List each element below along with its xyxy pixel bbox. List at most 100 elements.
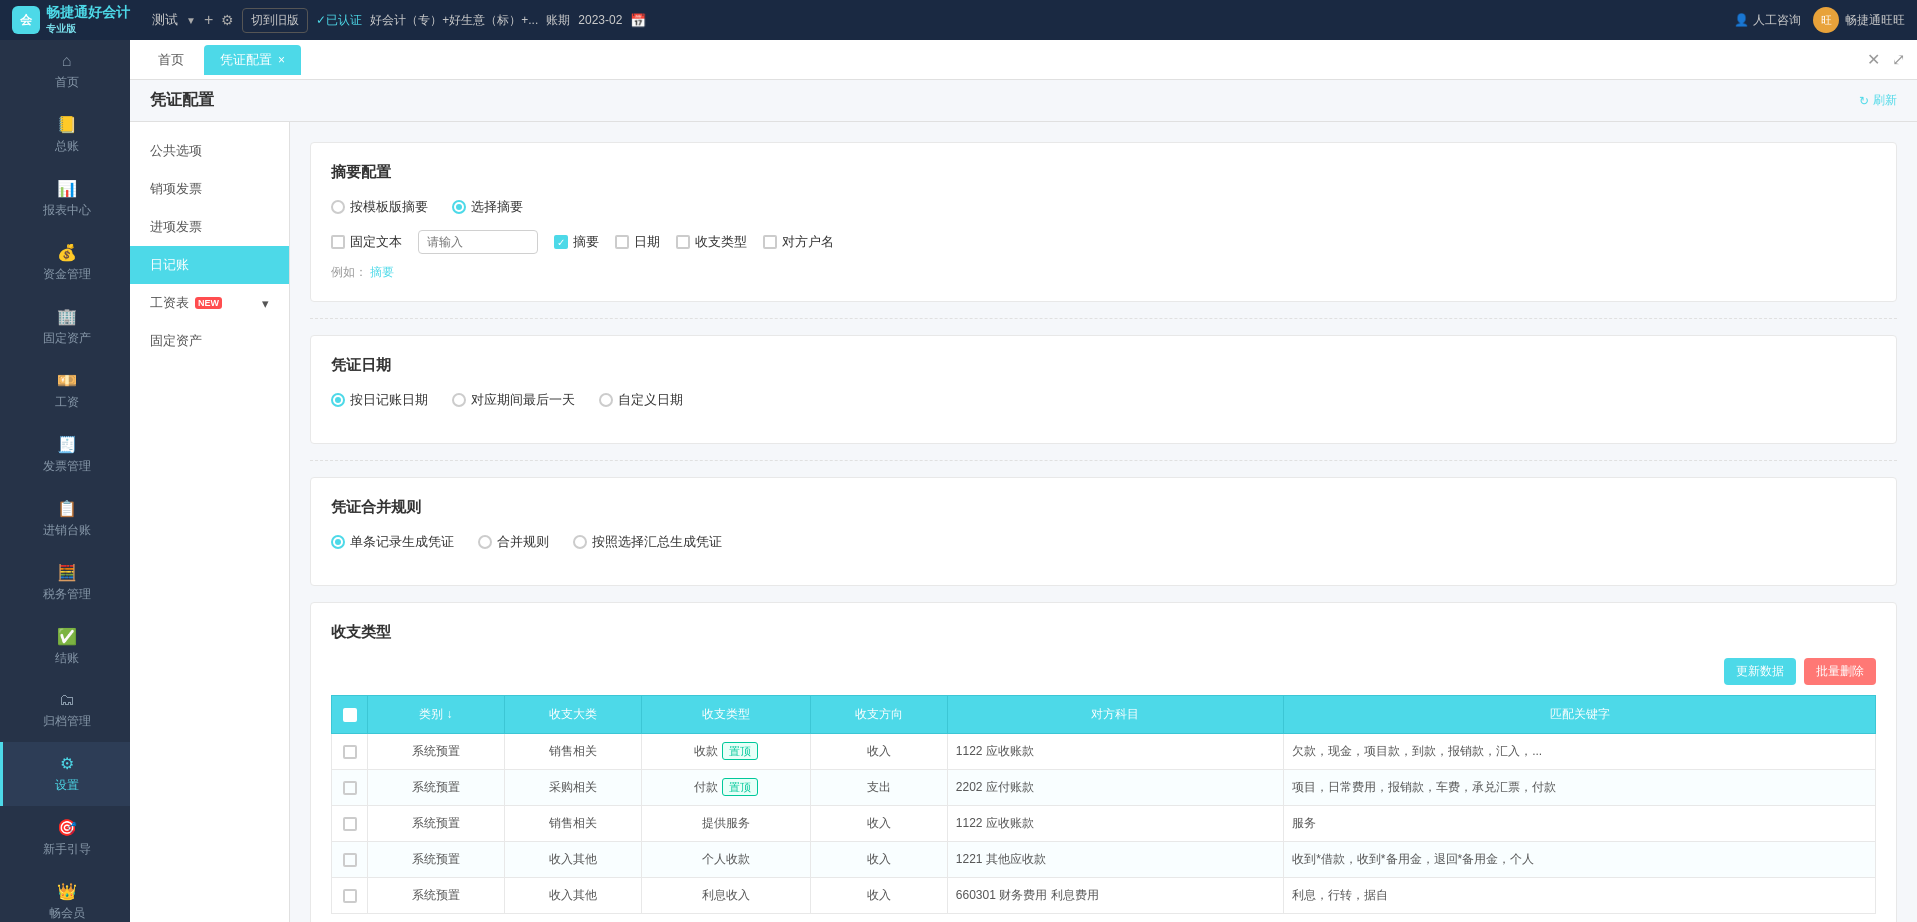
row-major-1: 采购相关 — [504, 770, 641, 806]
batch-delete-button[interactable]: 批量删除 — [1804, 658, 1876, 685]
page-title: 凭证配置 — [150, 90, 214, 111]
radio-select-summary[interactable]: 选择摘要 — [452, 198, 523, 216]
test-dropdown-icon[interactable]: ▼ — [186, 15, 196, 26]
row-keywords-0: 欠款，现金，项目款，到款，报销款，汇入，... — [1284, 734, 1876, 770]
radio-journal-date[interactable]: 按日记账日期 — [331, 391, 428, 409]
row-category-4: 系统预置 — [368, 878, 505, 914]
tab-home[interactable]: 首页 — [142, 45, 200, 75]
sidebar-item-closing[interactable]: ✅结账 — [0, 615, 130, 679]
sidebar-item-invoice[interactable]: 🧾发票管理 — [0, 423, 130, 487]
merge-radio-group: 单条记录生成凭证 合并规则 按照选择汇总生成凭证 — [331, 533, 1876, 551]
user-menu[interactable]: 旺 畅捷通旺旺 — [1813, 7, 1905, 33]
calendar-icon[interactable]: 📅 — [630, 13, 646, 28]
checkbox-date[interactable]: 日期 — [615, 233, 660, 251]
sidebar-icon-settings: ⚙ — [60, 754, 74, 773]
summary-radio-group: 按模板版摘要 选择摘要 — [331, 198, 1876, 216]
refresh-button[interactable]: ↻ 刷新 — [1859, 92, 1897, 109]
row-check-4[interactable] — [332, 878, 368, 914]
row-type-4: 利息收入 — [641, 878, 810, 914]
radio-journal-date-icon — [331, 393, 345, 407]
topbar: 会 畅捷通好会计 专业版 测试 ▼ + ⚙ 切到旧版 ✓已认证 好会计（专）+好… — [0, 0, 1917, 40]
col-type: 收支类型 — [641, 696, 810, 734]
row-major-0: 销售相关 — [504, 734, 641, 770]
sidebar-label-fund: 资金管理 — [43, 266, 91, 283]
income-expense-table: ✓ 类别 ↓ 收支大类 收支类型 收支方向 对方科目 匹配关键字 — [331, 695, 1876, 914]
radio-merge-rule[interactable]: 合并规则 — [478, 533, 549, 551]
sidebar-item-home[interactable]: ⌂首页 — [0, 40, 130, 103]
income-expense-section: 收支类型 更新数据 批量删除 ✓ 类别 ↓ 收支大类 — [310, 602, 1897, 922]
sidebar: ⌂首页📒总账📊报表中心💰资金管理🏢固定资产💴工资🧾发票管理📋进销台账🧮税务管理✅… — [0, 40, 130, 922]
left-nav-purchase_inv[interactable]: 进项发票 — [130, 208, 289, 246]
sidebar-item-purchase[interactable]: 📋进销台账 — [0, 487, 130, 551]
sidebar-icon-report: 📊 — [57, 179, 77, 198]
app-edition: 专业版 — [46, 22, 130, 36]
col-check[interactable]: ✓ — [332, 696, 368, 734]
row-check-1[interactable] — [332, 770, 368, 806]
radio-select-total[interactable]: 按照选择汇总生成凭证 — [573, 533, 722, 551]
left-nav: 公共选项销项发票进项发票日记账工资表NEW▾固定资产 — [130, 122, 290, 922]
row-checkbox-2[interactable] — [343, 817, 357, 831]
tags-label: 好会计（专）+好生意（标）+... — [370, 12, 538, 29]
radio-merge-icon — [478, 535, 492, 549]
left-nav-public[interactable]: 公共选项 — [130, 132, 289, 170]
sidebar-icon-home: ⌂ — [62, 52, 72, 70]
date-section: 凭证日期 按日记账日期 对应期间最后一天 自定义日期 — [310, 335, 1897, 444]
row-check-3[interactable] — [332, 842, 368, 878]
sidebar-item-archive[interactable]: 🗂归档管理 — [0, 679, 130, 742]
row-account-3: 1221 其他应收款 — [947, 842, 1283, 878]
left-nav-fixed_asset[interactable]: 固定资产 — [130, 322, 289, 360]
radio-select-icon — [452, 200, 466, 214]
switch-version-button[interactable]: 切到旧版 — [242, 8, 308, 33]
fixed-text-input[interactable] — [418, 230, 538, 254]
update-data-button[interactable]: 更新数据 — [1724, 658, 1796, 685]
content-area: 首页 凭证配置 × ✕ ⤢ 凭证配置 ↻ 刷新 公共选项销项发票进项发票日记账工… — [130, 40, 1917, 922]
checkbox-counterpart[interactable]: 对方户名 — [763, 233, 834, 251]
sidebar-item-asset[interactable]: 🏢固定资产 — [0, 295, 130, 359]
select-all-checkbox[interactable]: ✓ — [343, 708, 357, 722]
row-checkbox-1[interactable] — [343, 781, 357, 795]
sidebar-item-guide[interactable]: 🎯新手引导 — [0, 806, 130, 870]
tab-voucher-config[interactable]: 凭证配置 × — [204, 45, 301, 75]
row-check-2[interactable] — [332, 806, 368, 842]
radio-custom-date[interactable]: 自定义日期 — [599, 391, 683, 409]
tab-bar-expand-icon[interactable]: ⤢ — [1892, 50, 1905, 69]
tab-bar-close-icon[interactable]: ✕ — [1867, 50, 1880, 69]
table-row: 系统预置 收入其他 利息收入 收入 660301 财务费用 利息费用 利息，行转… — [332, 878, 1876, 914]
sidebar-item-settings[interactable]: ⚙设置 — [0, 742, 130, 806]
sidebar-icon-guide: 🎯 — [57, 818, 77, 837]
checkbox-fixed-text[interactable]: 固定文本 — [331, 233, 402, 251]
radio-period-last[interactable]: 对应期间最后一天 — [452, 391, 575, 409]
sidebar-item-member[interactable]: 👑畅会员 — [0, 870, 130, 922]
inner-layout: 公共选项销项发票进项发票日记账工资表NEW▾固定资产 摘要配置 按模板版摘要 选… — [130, 122, 1917, 922]
tab-close-icon[interactable]: × — [278, 53, 285, 67]
checkbox-pay-type[interactable]: 收支类型 — [676, 233, 747, 251]
radio-template-icon — [331, 200, 345, 214]
sidebar-label-asset: 固定资产 — [43, 330, 91, 347]
left-nav-payroll[interactable]: 工资表NEW▾ — [130, 284, 289, 322]
radio-template-summary[interactable]: 按模板版摘要 — [331, 198, 428, 216]
row-checkbox-4[interactable] — [343, 889, 357, 903]
row-check-0[interactable] — [332, 734, 368, 770]
sidebar-item-tax[interactable]: 🧮税务管理 — [0, 551, 130, 615]
main-content: 摘要配置 按模板版摘要 选择摘要 — [290, 122, 1917, 922]
payroll-expand-icon[interactable]: ▾ — [262, 296, 269, 311]
sidebar-item-ledger[interactable]: 📒总账 — [0, 103, 130, 167]
gear-icon[interactable]: ⚙ — [221, 12, 234, 28]
row-type-3: 个人收款 — [641, 842, 810, 878]
sidebar-item-report[interactable]: 📊报表中心 — [0, 167, 130, 231]
checkbox-summary[interactable]: ✓ 摘要 — [554, 233, 599, 251]
sidebar-item-salary[interactable]: 💴工资 — [0, 359, 130, 423]
add-icon[interactable]: + — [204, 11, 213, 29]
row-account-4: 660301 财务费用 利息费用 — [947, 878, 1283, 914]
summary-example: 例如： 摘要 — [331, 264, 1876, 281]
service-button[interactable]: 👤 人工咨询 — [1734, 12, 1801, 29]
summary-section: 摘要配置 按模板版摘要 选择摘要 — [310, 142, 1897, 302]
left-nav-sales[interactable]: 销项发票 — [130, 170, 289, 208]
row-checkbox-0[interactable] — [343, 745, 357, 759]
sidebar-item-fund[interactable]: 💰资金管理 — [0, 231, 130, 295]
row-checkbox-3[interactable] — [343, 853, 357, 867]
radio-single-record[interactable]: 单条记录生成凭证 — [331, 533, 454, 551]
summary-checkbox-row: 固定文本 ✓ 摘要 日期 收支类型 — [331, 230, 1876, 254]
left-nav-journal[interactable]: 日记账 — [130, 246, 289, 284]
row-account-2: 1122 应收账款 — [947, 806, 1283, 842]
